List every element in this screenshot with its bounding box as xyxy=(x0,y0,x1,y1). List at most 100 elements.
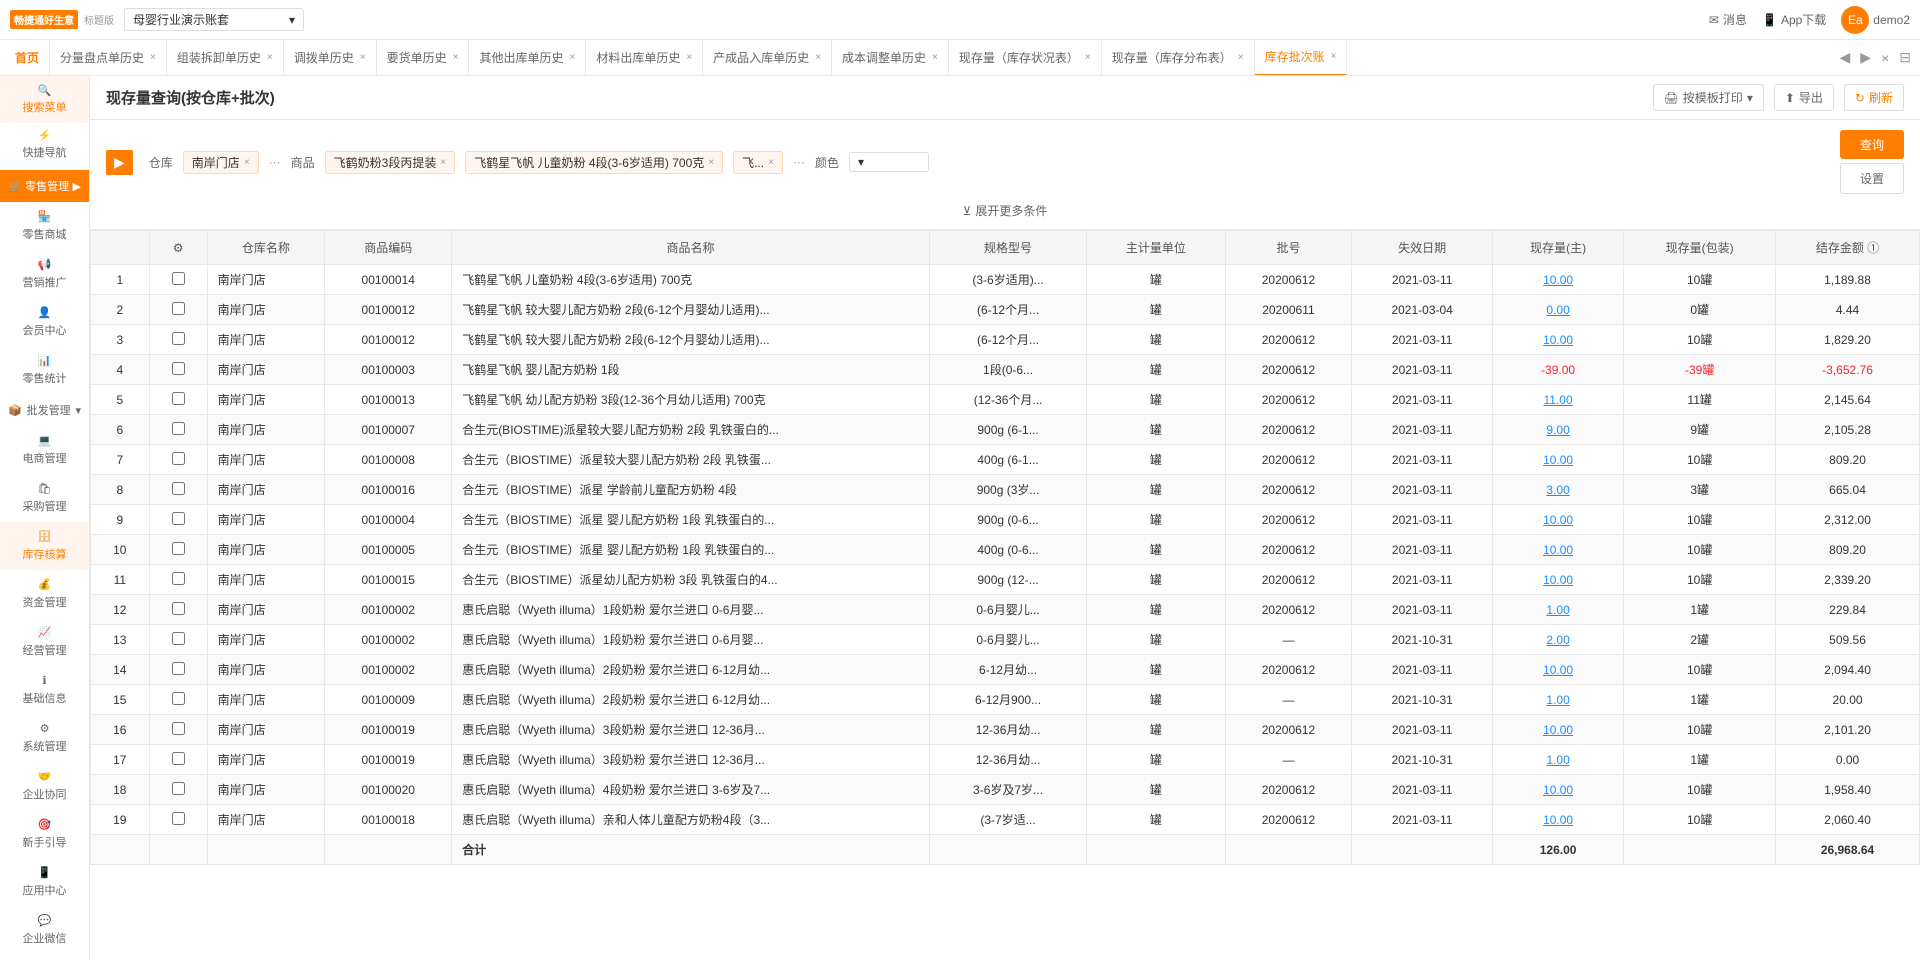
product-tag-3-close[interactable]: × xyxy=(768,157,774,168)
product-tag-2-close[interactable]: × xyxy=(708,157,714,168)
tab-close-batch[interactable]: × xyxy=(1331,51,1337,62)
cell-stock-main[interactable]: 10.00 xyxy=(1492,655,1623,685)
export-btn[interactable]: ⬆ 导出 xyxy=(1774,84,1834,111)
warehouse-tag-close[interactable]: × xyxy=(244,157,250,168)
tab-cost-adj[interactable]: 成本调整单历史 × xyxy=(832,40,949,76)
cell-check[interactable] xyxy=(149,415,207,445)
cell-check[interactable] xyxy=(149,745,207,775)
cell-stock-main[interactable]: 10.00 xyxy=(1492,715,1623,745)
cell-stock-main[interactable]: 10.00 xyxy=(1492,265,1623,295)
app-download-btn[interactable]: 📱 App下载 xyxy=(1762,11,1826,28)
cell-stock-main[interactable]: 11.00 xyxy=(1492,385,1623,415)
cell-check[interactable] xyxy=(149,805,207,835)
tab-zuzhuang[interactable]: 组装拆卸单历史 × xyxy=(167,40,284,76)
cell-stock-main[interactable]: 10.00 xyxy=(1492,535,1623,565)
cell-check[interactable] xyxy=(149,655,207,685)
sidebar-item-marketing[interactable]: 📢 营销推广 xyxy=(0,250,89,298)
sidebar-item-finance[interactable]: 💰 资金管理 xyxy=(0,570,89,618)
sidebar-item-retail[interactable]: 🛒 零售管理 ▶ xyxy=(0,170,89,202)
template-print-btn[interactable]: 🖨 按模板打印 ▾ xyxy=(1653,84,1764,111)
row-checkbox[interactable] xyxy=(172,392,185,405)
cell-check[interactable] xyxy=(149,715,207,745)
tab-close-zuzhuang[interactable]: × xyxy=(267,52,273,63)
cell-stock-main[interactable]: 2.00 xyxy=(1492,625,1623,655)
filter-expand-btn[interactable]: ▶ xyxy=(106,150,133,175)
sidebar-item-apps[interactable]: 📱 应用中心 xyxy=(0,858,89,906)
warehouse-more[interactable]: ··· xyxy=(269,155,281,169)
cell-stock-main[interactable]: 10.00 xyxy=(1492,445,1623,475)
row-checkbox[interactable] xyxy=(172,752,185,765)
row-checkbox[interactable] xyxy=(172,452,185,465)
query-btn[interactable]: 查询 xyxy=(1840,130,1904,159)
product-more[interactable]: ··· xyxy=(793,155,805,169)
expand-conditions-btn[interactable]: ⊻ 展开更多条件 xyxy=(963,202,1048,219)
row-checkbox[interactable] xyxy=(172,722,185,735)
tab-next-btn[interactable]: ▶ xyxy=(1856,47,1875,68)
tab-close-other-out[interactable]: × xyxy=(569,52,575,63)
sidebar-item-member[interactable]: 👤 会员中心 xyxy=(0,298,89,346)
product-tag-1-close[interactable]: × xyxy=(440,157,446,168)
row-checkbox[interactable] xyxy=(172,512,185,525)
cell-check[interactable] xyxy=(149,505,207,535)
row-checkbox[interactable] xyxy=(172,362,185,375)
cell-check[interactable] xyxy=(149,385,207,415)
cell-check[interactable] xyxy=(149,775,207,805)
color-dropdown[interactable]: ▾ xyxy=(849,152,929,172)
cell-stock-main[interactable]: 10.00 xyxy=(1492,775,1623,805)
sidebar-item-purchase[interactable]: 🛍 采购管理 xyxy=(0,474,89,522)
tab-batch[interactable]: 库存批次账 × xyxy=(1255,40,1348,76)
cell-stock-main[interactable]: 0.00 xyxy=(1492,295,1623,325)
cell-check[interactable] xyxy=(149,355,207,385)
tab-close-product-in[interactable]: × xyxy=(815,52,821,63)
cell-check[interactable] xyxy=(149,625,207,655)
cell-stock-main[interactable]: 3.00 xyxy=(1492,475,1623,505)
row-checkbox[interactable] xyxy=(172,602,185,615)
row-checkbox[interactable] xyxy=(172,272,185,285)
row-checkbox[interactable] xyxy=(172,632,185,645)
tab-menu-btn[interactable]: ⊟ xyxy=(1895,47,1915,68)
refresh-btn[interactable]: ↻ 刷新 xyxy=(1844,84,1904,111)
sidebar-item-inventory[interactable]: 🗄 库存核算 xyxy=(0,522,89,570)
cell-stock-main[interactable]: 1.00 xyxy=(1492,595,1623,625)
cell-check[interactable] xyxy=(149,595,207,625)
sidebar-item-retail-stats[interactable]: 📊 零售统计 xyxy=(0,346,89,394)
sidebar-item-mall[interactable]: 🏪 零售商城 xyxy=(0,202,89,250)
tab-home[interactable]: 首页 xyxy=(5,40,50,76)
search-menu[interactable]: 🔍 搜索菜单 xyxy=(0,76,89,123)
tab-close-all-btn[interactable]: × xyxy=(1877,48,1893,68)
sidebar-item-guide[interactable]: 🎯 新手引导 xyxy=(0,810,89,858)
product-tag-3[interactable]: 飞... × xyxy=(733,151,783,174)
product-tag-2[interactable]: 飞鹤星飞帆 儿童奶粉 4段(3-6岁适用) 700克 × xyxy=(465,151,723,174)
cell-check[interactable] xyxy=(149,265,207,295)
settings-btn[interactable]: 设置 xyxy=(1840,163,1904,194)
row-checkbox[interactable] xyxy=(172,332,185,345)
row-checkbox[interactable] xyxy=(172,692,185,705)
row-checkbox[interactable] xyxy=(172,542,185,555)
sidebar-item-vip[interactable]: ⭐ 畅会员 xyxy=(0,954,89,960)
product-tag-1[interactable]: 飞鹤奶粉3段丙提装 × xyxy=(325,151,456,174)
cell-stock-main[interactable]: 1.00 xyxy=(1492,685,1623,715)
tab-fenliang[interactable]: 分量盘点单历史 × xyxy=(50,40,167,76)
tab-material-out[interactable]: 材料出库单历史 × xyxy=(586,40,703,76)
row-checkbox[interactable] xyxy=(172,482,185,495)
tab-close-yaohuo[interactable]: × xyxy=(453,52,459,63)
tab-diaob[interactable]: 调拨单历史 × xyxy=(284,40,377,76)
row-checkbox[interactable] xyxy=(172,812,185,825)
quick-nav[interactable]: ⚡ 快捷导航 xyxy=(0,123,89,166)
tab-close-diaob[interactable]: × xyxy=(360,52,366,63)
row-checkbox[interactable] xyxy=(172,422,185,435)
row-checkbox[interactable] xyxy=(172,662,185,675)
cell-stock-main[interactable]: 10.00 xyxy=(1492,325,1623,355)
sidebar-item-basic-info[interactable]: ℹ 基础信息 xyxy=(0,666,89,714)
cell-stock-main[interactable]: 10.00 xyxy=(1492,505,1623,535)
sidebar-item-operations[interactable]: 📈 经营管理 xyxy=(0,618,89,666)
row-checkbox[interactable] xyxy=(172,572,185,585)
tab-close-fenliang[interactable]: × xyxy=(150,52,156,63)
tab-stock-dist[interactable]: 现存量（库存分布表） × xyxy=(1102,40,1255,76)
user-area[interactable]: Ea demo2 xyxy=(1841,6,1910,34)
message-btn[interactable]: ✉ 消息 xyxy=(1709,11,1747,28)
tab-other-out[interactable]: 其他出库单历史 × xyxy=(469,40,586,76)
sidebar-item-collab[interactable]: 🤝 企业协同 xyxy=(0,762,89,810)
th-settings[interactable]: ⚙ xyxy=(149,231,207,265)
tab-stock-status[interactable]: 现存量（库存状况表） × xyxy=(949,40,1102,76)
